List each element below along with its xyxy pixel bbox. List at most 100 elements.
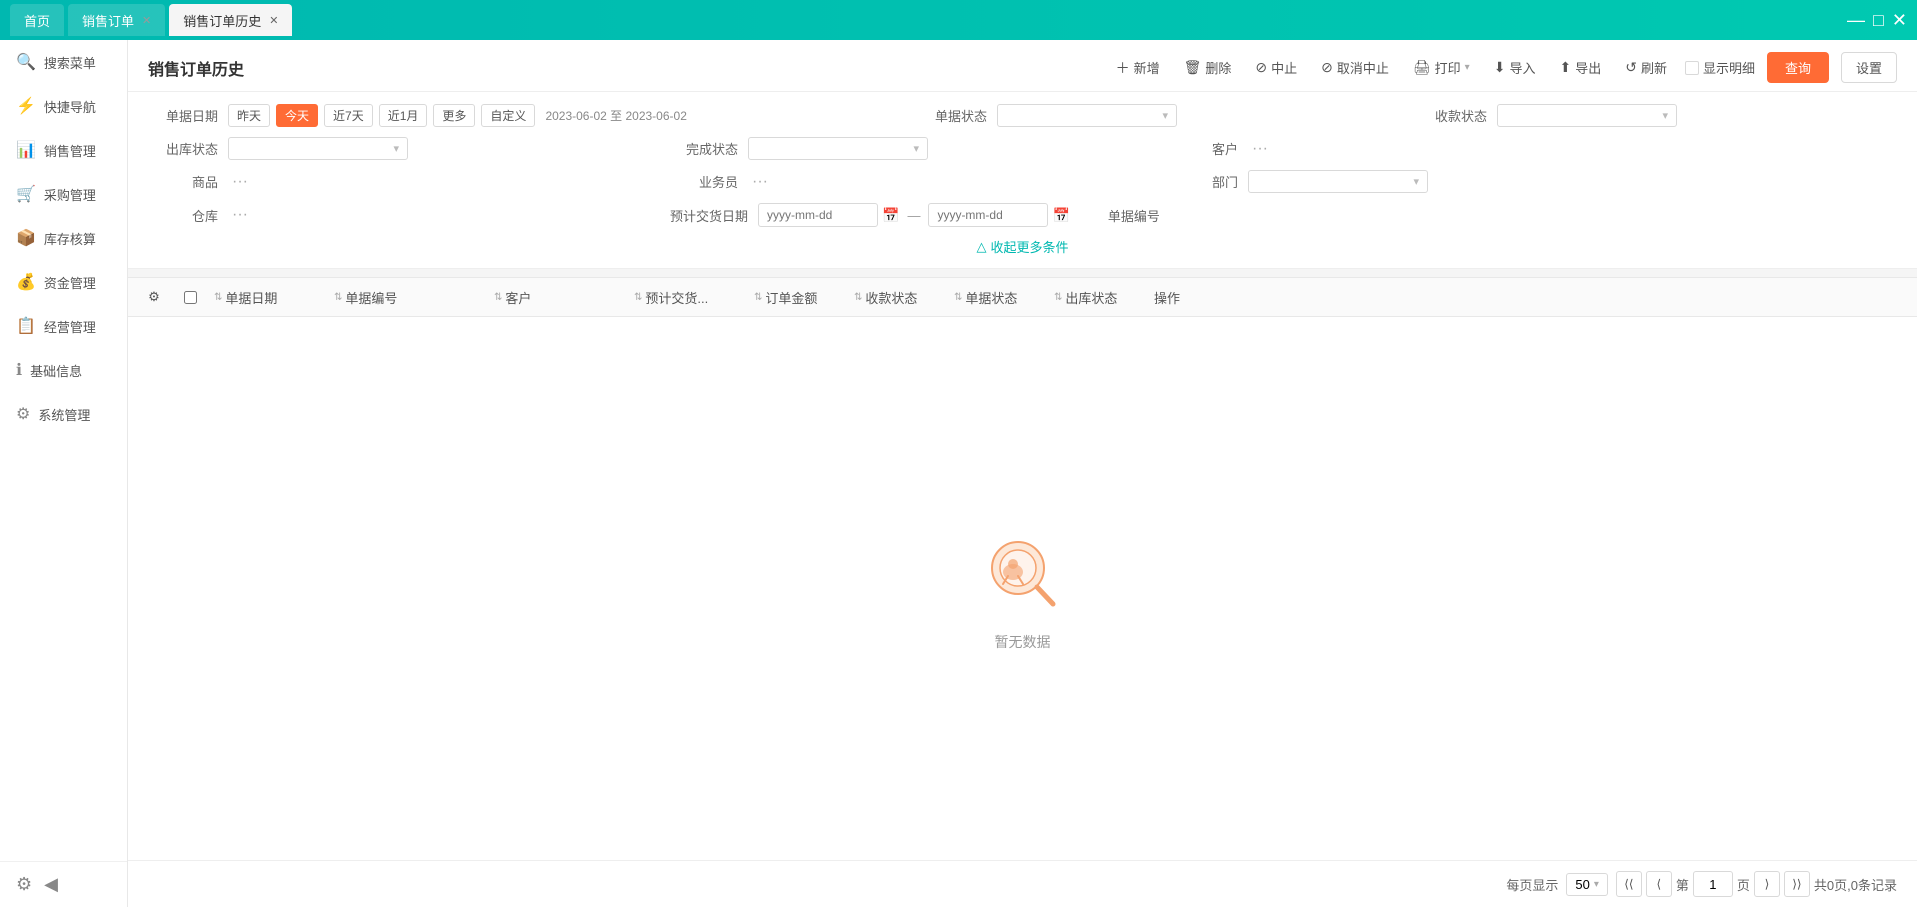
import-button[interactable]: ⬇ 导入: [1488, 54, 1542, 81]
th-order-status[interactable]: ⇅ 单据状态: [948, 288, 1048, 307]
date-btn-today[interactable]: 今天: [276, 104, 318, 127]
complete-status-arrow-icon: ▾: [913, 142, 919, 155]
delete-button[interactable]: 🗑 删除: [1178, 54, 1238, 81]
date-filter-value: 昨天 今天 近7天 近1月 更多 自定义 2023-06-02 至 2023-0…: [228, 104, 877, 127]
delivery-date-end-cal-icon[interactable]: 📅: [1052, 207, 1069, 224]
page-last-button[interactable]: ⟩⟩: [1784, 871, 1810, 897]
sidebar-item-quick-nav[interactable]: ⚡ 快捷导航: [0, 84, 127, 128]
print-button[interactable]: 🖨 打印 ▾: [1407, 54, 1476, 81]
complete-status-filter: ▾: [748, 137, 1148, 160]
sidebar-item-inventory[interactable]: 📦 库存核算: [0, 216, 127, 260]
sidebar-item-basic-info[interactable]: ℹ 基础信息: [0, 348, 127, 392]
settings-button[interactable]: 设置: [1841, 52, 1897, 83]
top-bar: 首页 销售订单 ✕ 销售订单历史 ✕ — □ ✕: [0, 0, 1917, 40]
sort-icon-date: ⇅: [214, 292, 222, 303]
select-all-checkbox[interactable]: [184, 291, 197, 304]
system-mgmt-icon: ⚙: [16, 404, 30, 424]
sidebar-item-operations[interactable]: 📋 经营管理: [0, 304, 127, 348]
out-status-filter: ▾: [228, 137, 628, 160]
delivery-date-start-cal-icon[interactable]: 📅: [882, 207, 899, 224]
delivery-date-range: 📅 — 📅: [758, 203, 1070, 227]
sort-icon-customer: ⇅: [494, 292, 502, 303]
date-btn-custom[interactable]: 自定义: [481, 104, 535, 127]
cancel-stop-button[interactable]: ⊘ 取消中止: [1315, 54, 1395, 81]
sidebar-item-sales-mgmt[interactable]: 📊 销售管理: [0, 128, 127, 172]
sidebar-item-search-menu[interactable]: 🔍 搜索菜单: [0, 40, 127, 84]
stop-button[interactable]: ⊘ 中止: [1249, 54, 1303, 81]
th-delivery[interactable]: ⇅ 预计交货...: [628, 288, 748, 307]
customer-dots[interactable]: ···: [1248, 140, 1272, 158]
out-status-select[interactable]: ▾: [228, 137, 408, 160]
department-select[interactable]: ▾: [1248, 170, 1428, 193]
add-button[interactable]: ＋ 新增: [1110, 54, 1166, 82]
th-checkbox[interactable]: [172, 291, 208, 304]
warehouse-dots[interactable]: ···: [228, 206, 252, 224]
page-number-input[interactable]: [1693, 871, 1733, 897]
complete-status-select[interactable]: ▾: [748, 137, 928, 160]
page-prev-button[interactable]: ⟨: [1646, 871, 1672, 897]
th-order-no[interactable]: ⇅ 单据编号: [328, 288, 488, 307]
display-cols-checkbox[interactable]: 显示明细: [1685, 58, 1755, 77]
basic-info-icon: ℹ: [16, 360, 22, 380]
sidebar-item-purchase-mgmt[interactable]: 🛒 采购管理: [0, 172, 127, 216]
warehouse-label: 仓库: [148, 206, 228, 225]
page-header: 销售订单历史 ＋ 新增 🗑 删除 ⊘ 中止 ⊘ 取消中止: [128, 40, 1917, 92]
delivery-date-start[interactable]: [758, 203, 878, 227]
per-page-select[interactable]: 50 ▾: [1566, 873, 1608, 896]
date-range-display: 2023-06-02 至 2023-06-02: [545, 107, 686, 124]
date-btn-1month[interactable]: 近1月: [379, 104, 428, 127]
date-btn-yesterday[interactable]: 昨天: [228, 104, 270, 127]
close-tab-sales-history[interactable]: ✕: [269, 14, 278, 27]
collapse-more-conditions[interactable]: △ 收起更多条件: [148, 237, 1897, 256]
pay-status-select[interactable]: ▾: [1497, 104, 1677, 127]
page-text: 第: [1676, 875, 1689, 894]
date-btn-more[interactable]: 更多: [433, 104, 475, 127]
pay-status-filter: ▾: [1497, 104, 1897, 127]
goods-dots[interactable]: ···: [228, 173, 252, 191]
tab-sales-order[interactable]: 销售订单 ✕: [68, 4, 165, 36]
th-date[interactable]: ⇅ 单据日期: [208, 288, 328, 307]
close-tab-sales-order[interactable]: ✕: [142, 14, 151, 27]
sidebar-item-funds[interactable]: 💰 资金管理: [0, 260, 127, 304]
order-no-label: 单据编号: [1090, 206, 1170, 225]
th-customer[interactable]: ⇅ 客户: [488, 288, 628, 307]
order-status-select[interactable]: ▾: [997, 104, 1177, 127]
per-page-value: 50: [1575, 877, 1589, 892]
sidebar-collapse-icon[interactable]: ◀: [44, 874, 58, 895]
print-icon: 🖨: [1413, 59, 1431, 76]
delivery-date-end[interactable]: [928, 203, 1048, 227]
salesperson-dots[interactable]: ···: [748, 173, 772, 191]
minimize-icon[interactable]: —: [1847, 10, 1865, 31]
page-next-button[interactable]: ⟩: [1754, 871, 1780, 897]
tab-home[interactable]: 首页: [10, 4, 64, 36]
sidebar-item-system-mgmt[interactable]: ⚙ 系统管理: [0, 392, 127, 436]
delete-label: 删除: [1205, 58, 1231, 77]
complete-status-label: 完成状态: [668, 139, 748, 158]
date-btn-7days[interactable]: 近7天: [324, 104, 373, 127]
page-first-button[interactable]: ⟨⟨: [1616, 871, 1642, 897]
export-button[interactable]: ⬆ 导出: [1553, 54, 1607, 81]
funds-icon: 💰: [16, 272, 36, 292]
th-out-status[interactable]: ⇅ 出库状态: [1048, 288, 1148, 307]
import-icon: ⬇: [1494, 59, 1506, 76]
print-arrow-icon: ▾: [1465, 62, 1470, 73]
main-layout: 🔍 搜索菜单 ⚡ 快捷导航 📊 销售管理 🛒 采购管理 📦 库存核算 💰 资金管…: [0, 40, 1917, 907]
th-order-status-label: 单据状态: [965, 288, 1017, 307]
th-amount[interactable]: ⇅ 订单金额: [748, 288, 848, 307]
th-pay-status[interactable]: ⇅ 收款状态: [848, 288, 948, 307]
refresh-button[interactable]: ↺ 刷新: [1619, 54, 1673, 81]
add-icon: ＋: [1116, 58, 1130, 78]
filter-area: 单据日期 昨天 今天 近7天 近1月 更多 自定义 2023-06-02 至 2…: [128, 92, 1917, 269]
collapse-up-icon: △: [976, 239, 986, 255]
query-button[interactable]: 查询: [1767, 52, 1829, 83]
sidebar-settings-icon[interactable]: ⚙: [16, 874, 32, 895]
table-area: ⚙ ⇅ 单据日期 ⇅ 单据编号 ⇅ 客户 ⇅: [128, 277, 1917, 907]
restore-icon[interactable]: □: [1873, 10, 1884, 31]
goods-label: 商品: [148, 172, 228, 191]
th-settings[interactable]: ⚙: [136, 289, 172, 305]
close-window-icon[interactable]: ✕: [1892, 10, 1907, 31]
tab-sales-history[interactable]: 销售订单历史 ✕: [169, 4, 292, 36]
sidebar-label-purchase-mgmt: 采购管理: [44, 185, 96, 204]
filter-row-status: 出库状态 ▾ 完成状态 ▾ 客户 ···: [148, 137, 1897, 160]
order-status-label: 单据状态: [917, 106, 997, 125]
